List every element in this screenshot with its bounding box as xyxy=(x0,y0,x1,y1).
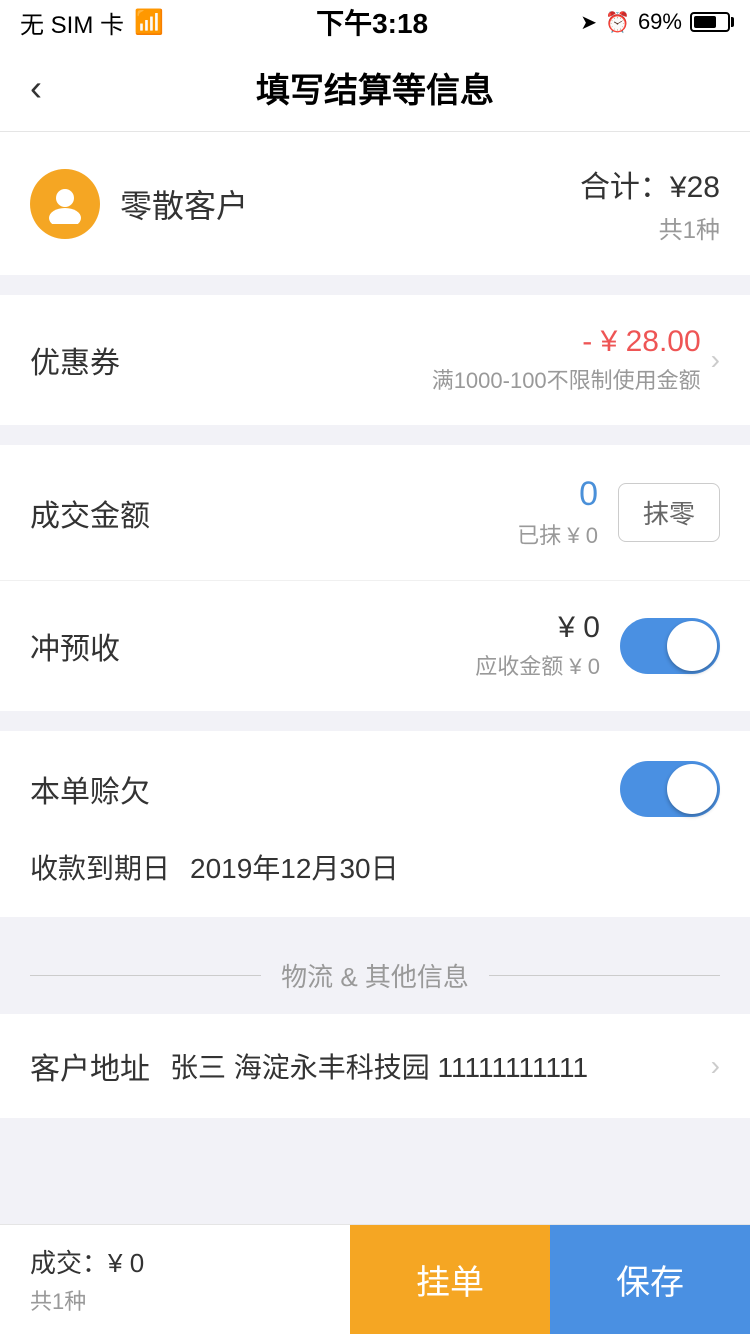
status-time: 下午3:18 xyxy=(316,2,428,42)
alarm-icon: ⏰ xyxy=(605,10,630,35)
save-button[interactable]: 保存 xyxy=(550,1225,750,1334)
coupon-label: 优惠券 xyxy=(30,338,120,382)
debt-toggle-knob xyxy=(667,764,717,814)
pending-button[interactable]: 挂单 xyxy=(350,1225,550,1334)
deal-amount-row: 成交金额 0 已抹 ¥ 0 抹零 xyxy=(0,445,750,581)
bottom-count-label: 共1种 xyxy=(30,1284,320,1316)
debt-toggle[interactable] xyxy=(620,761,720,817)
address-section[interactable]: 客户地址 张三 海淀永丰科技园 11111111111 › xyxy=(0,1014,750,1118)
coupon-section[interactable]: 优惠券 - ¥ 28.00 满1000-100不限制使用金额 › xyxy=(0,295,750,425)
divider-line-right xyxy=(489,975,720,976)
bottom-deal-label: 成交：¥ 0 xyxy=(30,1243,320,1280)
content-area: 零散客户 合计：¥28 共1种 优惠券 - ¥ 28.00 满1000-100不… xyxy=(0,132,750,1258)
bottom-info: 成交：¥ 0 共1种 xyxy=(0,1225,350,1334)
preorder-block: ¥ 0 应收金额 ¥ 0 xyxy=(475,611,600,681)
logistics-divider: 物流 & 其他信息 xyxy=(0,937,750,1014)
coupon-discount: - ¥ 28.00 xyxy=(432,325,701,359)
customer-name: 零散客户 xyxy=(120,181,248,227)
debt-label: 本单赊欠 xyxy=(30,767,150,811)
chevron-right-icon: › xyxy=(711,344,720,376)
due-date-label: 收款到期日 xyxy=(30,847,170,887)
status-bar: 无 SIM 卡 📶 下午3:18 ➤ ⏰ 69% xyxy=(0,0,750,44)
deal-amount-block: 0 已抹 ¥ 0 xyxy=(517,475,598,550)
address-label: 客户地址 xyxy=(30,1044,150,1088)
divider-line-left xyxy=(30,975,261,976)
deal-amount-label: 成交金额 xyxy=(30,491,150,535)
total-price: 合计：¥28 xyxy=(580,162,720,206)
nav-bar: ‹ 填写结算等信息 xyxy=(0,44,750,132)
deal-amount-value: 0 xyxy=(517,475,598,514)
preorder-row: 冲预收 ¥ 0 应收金额 ¥ 0 xyxy=(0,581,750,711)
debt-section: 本单赊欠 收款到期日 2019年12月30日 xyxy=(0,731,750,917)
amount-section: 成交金额 0 已抹 ¥ 0 抹零 冲预收 ¥ 0 应收金额 ¥ 0 xyxy=(0,445,750,711)
preorder-label: 冲预收 xyxy=(30,624,120,668)
battery-icon xyxy=(690,12,730,32)
coupon-info: - ¥ 28.00 满1000-100不限制使用金额 xyxy=(432,325,701,395)
customer-total: 合计：¥28 共1种 xyxy=(580,162,720,245)
toggle-knob xyxy=(667,621,717,671)
page-title: 填写结算等信息 xyxy=(256,63,494,112)
deal-amount-right: 0 已抹 ¥ 0 抹零 xyxy=(517,475,720,550)
coupon-desc: 满1000-100不限制使用金额 xyxy=(432,363,701,395)
customer-info: 零散客户 xyxy=(30,169,248,239)
due-date-row: 收款到期日 2019年12月30日 xyxy=(0,847,750,917)
bottom-bar: 成交：¥ 0 共1种 挂单 保存 xyxy=(0,1224,750,1334)
status-left: 无 SIM 卡 📶 xyxy=(20,5,164,40)
address-value: 张三 海淀永丰科技园 11111111111 xyxy=(170,1046,701,1086)
preorder-toggle[interactable] xyxy=(620,618,720,674)
battery-label: 69% xyxy=(638,9,682,35)
bottom-deal-value: ¥ 0 xyxy=(108,1248,144,1278)
wifi-icon: 📶 xyxy=(134,8,164,37)
address-chevron-icon: › xyxy=(711,1050,720,1082)
status-right: ➤ ⏰ 69% xyxy=(580,9,730,35)
avatar xyxy=(30,169,100,239)
customer-section: 零散客户 合计：¥28 共1种 xyxy=(0,132,750,275)
total-count: 共1种 xyxy=(580,210,720,245)
round-zero-button[interactable]: 抹零 xyxy=(618,483,720,542)
address-row: 客户地址 张三 海淀永丰科技园 11111111111 › xyxy=(0,1014,750,1118)
carrier-label: 无 SIM 卡 xyxy=(20,5,124,40)
debt-row: 本单赊欠 xyxy=(0,731,750,847)
preorder-right: ¥ 0 应收金额 ¥ 0 xyxy=(475,611,720,681)
due-date-value: 2019年12月30日 xyxy=(190,847,399,887)
location-icon: ➤ xyxy=(580,10,597,35)
preorder-sub: 应收金额 ¥ 0 xyxy=(475,649,600,681)
preorder-value: ¥ 0 xyxy=(475,611,600,645)
back-button[interactable]: ‹ xyxy=(30,67,42,109)
deal-amount-sub: 已抹 ¥ 0 xyxy=(517,518,598,550)
logistics-label: 物流 & 其他信息 xyxy=(281,957,469,994)
coupon-right: - ¥ 28.00 满1000-100不限制使用金额 › xyxy=(432,325,720,395)
